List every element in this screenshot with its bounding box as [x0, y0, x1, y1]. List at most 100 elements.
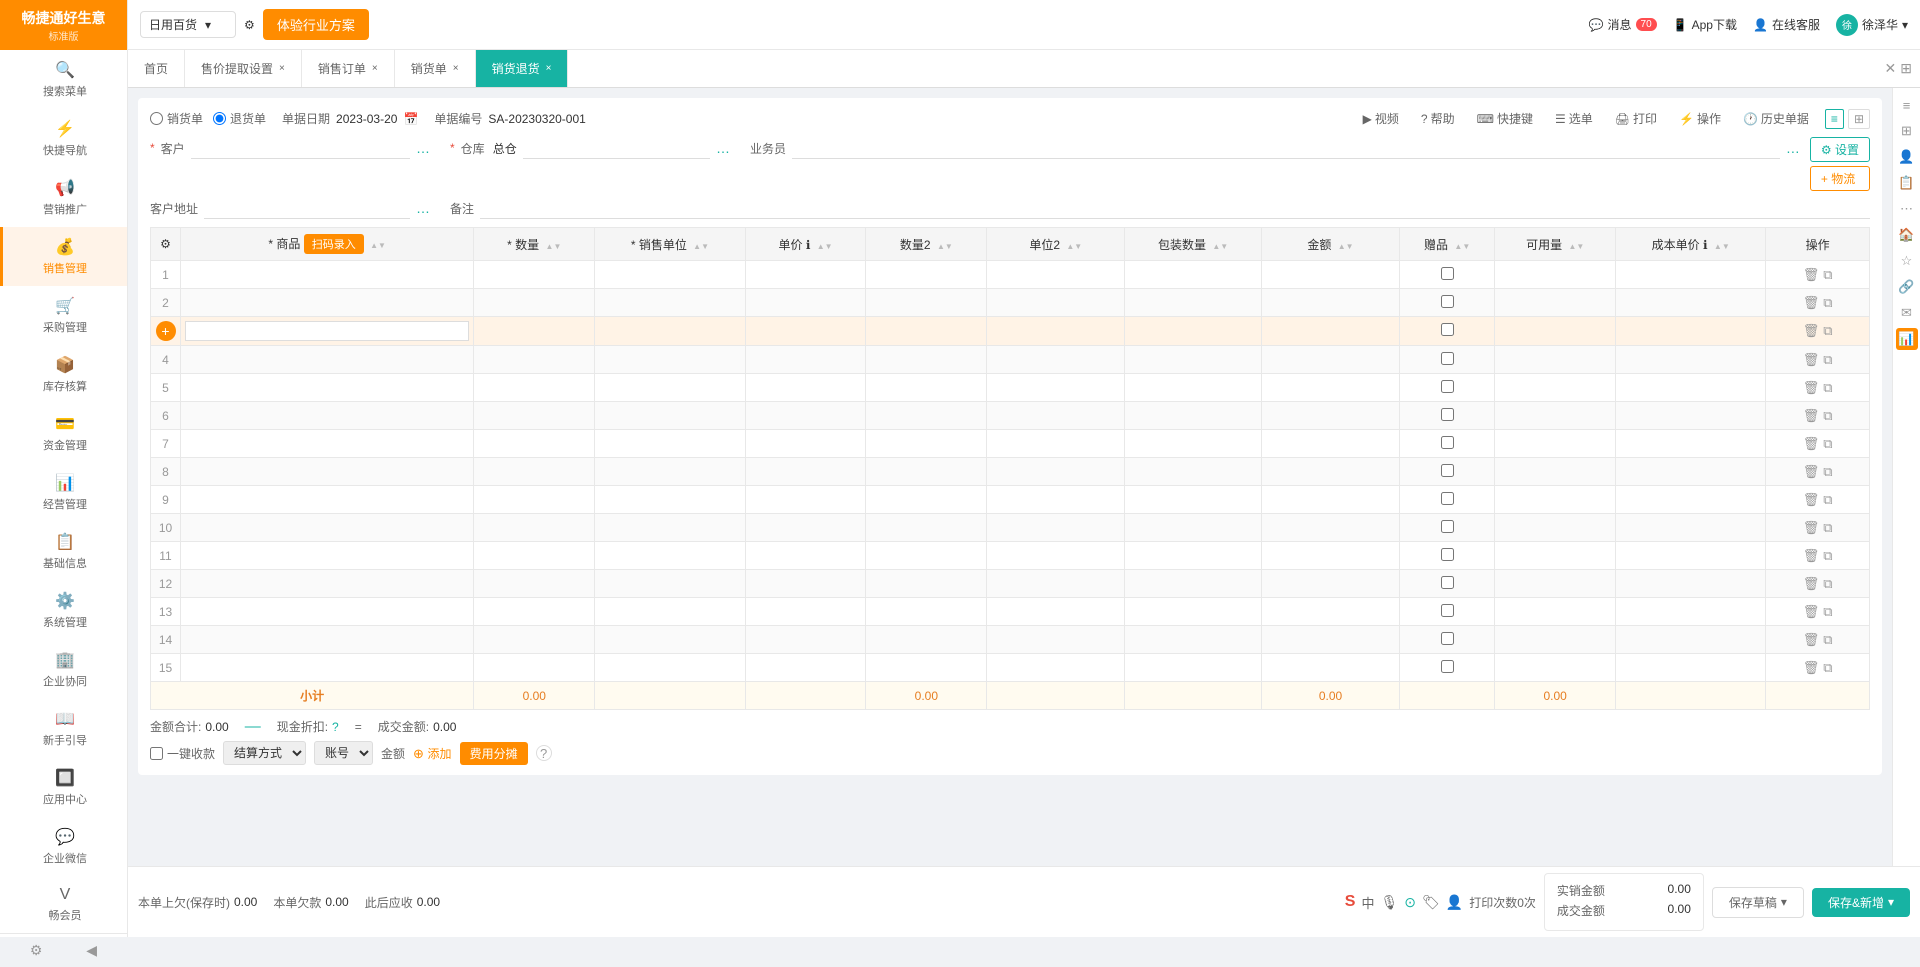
- row-unit[interactable]: [595, 374, 745, 402]
- delete-row-btn[interactable]: 🗑: [1803, 604, 1820, 620]
- row-price[interactable]: [745, 486, 866, 514]
- row-qty[interactable]: [474, 570, 595, 598]
- row-gift[interactable]: [1400, 374, 1495, 402]
- note-input[interactable]: [480, 197, 1870, 219]
- row-qty2[interactable]: [866, 542, 987, 570]
- row-amount[interactable]: [1261, 430, 1399, 458]
- row-qty[interactable]: [474, 402, 595, 430]
- delete-row-btn[interactable]: 🗑: [1803, 464, 1820, 480]
- row-qty2[interactable]: [866, 654, 987, 682]
- row-qty2[interactable]: [866, 374, 987, 402]
- payment-method-select[interactable]: 结算方式: [223, 741, 306, 765]
- row-product[interactable]: [181, 402, 474, 430]
- row-price[interactable]: [745, 261, 866, 289]
- row-unit2[interactable]: [987, 626, 1125, 654]
- th-settings[interactable]: ⚙: [151, 228, 181, 261]
- calendar-icon[interactable]: 📅: [403, 112, 418, 126]
- right-icon-list[interactable]: ≡: [1896, 94, 1918, 116]
- right-icon-message[interactable]: ✉: [1896, 302, 1918, 324]
- collapse-btn[interactable]: ◀: [86, 942, 97, 959]
- gift-checkbox[interactable]: [1441, 436, 1454, 449]
- tab-price-setup[interactable]: 售价提取设置 ×: [185, 50, 302, 87]
- sidebar-item-marketing[interactable]: 📢 营销推广: [0, 168, 127, 227]
- one-click-payment[interactable]: 一键收款: [150, 745, 215, 762]
- row-price[interactable]: [745, 514, 866, 542]
- row-gift[interactable]: [1400, 514, 1495, 542]
- sidebar-item-member[interactable]: V 畅会员: [0, 876, 127, 933]
- tab-price-setup-close[interactable]: ×: [279, 63, 285, 74]
- row-product[interactable]: [181, 542, 474, 570]
- qty-sort-icon[interactable]: ▲▼: [546, 242, 562, 251]
- row-qty[interactable]: [474, 458, 595, 486]
- delete-row-btn[interactable]: 🗑: [1803, 295, 1820, 311]
- scan-icon[interactable]: ⊙: [1404, 894, 1416, 911]
- sidebar-item-operation[interactable]: 📊 经营管理: [0, 463, 127, 522]
- address-input[interactable]: [204, 197, 410, 219]
- delete-row-btn[interactable]: 🗑: [1803, 548, 1820, 564]
- right-icon-more[interactable]: ⋯: [1896, 198, 1918, 220]
- row-product[interactable]: [181, 374, 474, 402]
- experience-btn[interactable]: 体验行业方案: [263, 9, 369, 40]
- add-logistics-btn[interactable]: + 物流: [1810, 166, 1870, 191]
- row-product[interactable]: [181, 514, 474, 542]
- row-amount[interactable]: [1261, 289, 1399, 317]
- sidebar-item-shortcut[interactable]: ⚡ 快捷导航: [0, 109, 127, 168]
- customer-more-btn[interactable]: …: [416, 140, 430, 156]
- gift-checkbox[interactable]: [1441, 267, 1454, 280]
- cost-sort-icon[interactable]: ▲▼: [1714, 242, 1730, 251]
- print-btn[interactable]: 🖨 打印: [1609, 108, 1663, 129]
- gift-checkbox[interactable]: [1441, 576, 1454, 589]
- row-unit2[interactable]: [987, 346, 1125, 374]
- row-unit2[interactable]: [987, 402, 1125, 430]
- gift-checkbox[interactable]: [1441, 520, 1454, 533]
- row-unit2[interactable]: [987, 514, 1125, 542]
- copy-row-btn[interactable]: ⧉: [1823, 380, 1832, 396]
- delete-row-btn[interactable]: 🗑: [1803, 436, 1820, 452]
- unit2-sort-icon[interactable]: ▲▼: [1066, 242, 1082, 251]
- row-unit[interactable]: [595, 289, 745, 317]
- sidebar-item-wechat[interactable]: 💬 企业微信: [0, 817, 127, 876]
- row-qty2[interactable]: [866, 430, 987, 458]
- row-price[interactable]: [745, 317, 866, 346]
- gift-checkbox[interactable]: [1441, 380, 1454, 393]
- row-qty2[interactable]: [866, 486, 987, 514]
- s-icon[interactable]: S: [1345, 893, 1356, 911]
- gift-checkbox[interactable]: [1441, 660, 1454, 673]
- row-amount[interactable]: [1261, 570, 1399, 598]
- row-amount[interactable]: [1261, 317, 1399, 346]
- salesperson-more-btn[interactable]: …: [1786, 140, 1800, 156]
- copy-row-btn[interactable]: ⧉: [1823, 660, 1832, 676]
- row-amount[interactable]: [1261, 261, 1399, 289]
- gift-sort-icon[interactable]: ▲▼: [1454, 242, 1470, 251]
- right-icon-home[interactable]: 🏠: [1896, 224, 1918, 246]
- row-unit[interactable]: [595, 542, 745, 570]
- person-icon[interactable]: 👤: [1446, 894, 1463, 911]
- copy-row-btn[interactable]: ⧉: [1823, 267, 1832, 283]
- row-qty2[interactable]: [866, 346, 987, 374]
- table-settings-icon[interactable]: ⚙: [160, 237, 171, 251]
- tab-close-all-btn[interactable]: ✕: [1885, 60, 1897, 77]
- row-price[interactable]: [745, 458, 866, 486]
- row-amount[interactable]: [1261, 542, 1399, 570]
- row-pack-qty[interactable]: [1125, 570, 1262, 598]
- row-amount[interactable]: [1261, 514, 1399, 542]
- shortcut-btn[interactable]: ⌨ 快捷键: [1471, 108, 1539, 129]
- row-gift[interactable]: [1400, 458, 1495, 486]
- delete-row-btn[interactable]: 🗑: [1803, 632, 1820, 648]
- row-pack-qty[interactable]: [1125, 598, 1262, 626]
- row-pack-qty[interactable]: [1125, 514, 1262, 542]
- row-price[interactable]: [745, 654, 866, 682]
- select-btn[interactable]: ☰ 选单: [1549, 108, 1599, 129]
- video-btn[interactable]: ▶ 视频: [1357, 108, 1405, 129]
- row-price[interactable]: [745, 402, 866, 430]
- add-row-btn[interactable]: +: [156, 321, 176, 341]
- row-gift[interactable]: [1400, 346, 1495, 374]
- row-unit[interactable]: [595, 430, 745, 458]
- row-price[interactable]: [745, 289, 866, 317]
- row-unit2[interactable]: [987, 289, 1125, 317]
- tab-sales-return[interactable]: 销货退货 ×: [476, 50, 569, 87]
- row-unit2[interactable]: [987, 570, 1125, 598]
- row-unit2[interactable]: [987, 654, 1125, 682]
- sidebar-item-apps[interactable]: 🔲 应用中心: [0, 758, 127, 817]
- sidebar-item-purchase[interactable]: 🛒 采购管理: [0, 286, 127, 345]
